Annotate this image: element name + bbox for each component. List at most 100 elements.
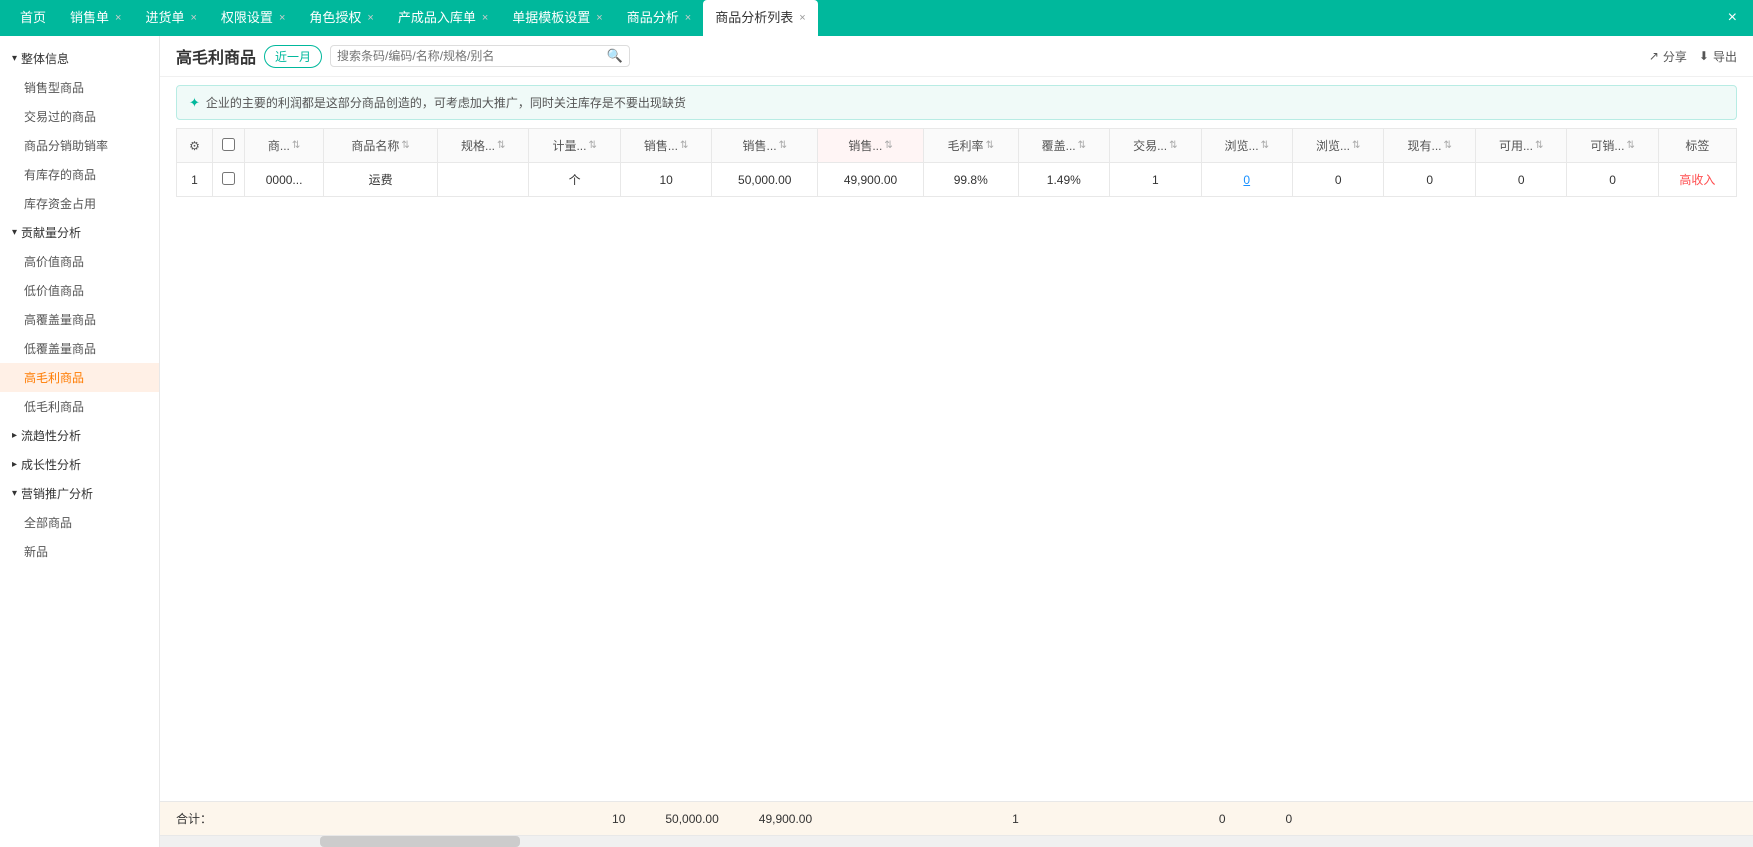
sort-icon: ⇅: [1626, 140, 1634, 151]
export-button[interactable]: ⬇ 导出: [1699, 48, 1737, 65]
row-sales-cost: 49,900.00: [818, 163, 924, 197]
col-coverage-label: 覆盖...: [1042, 137, 1076, 154]
window-close-button[interactable]: ×: [1720, 9, 1745, 27]
col-view1[interactable]: 浏览... ⇅: [1201, 129, 1292, 163]
col-coverage[interactable]: 覆盖... ⇅: [1018, 129, 1109, 163]
col-sales-qty[interactable]: 销售... ⇅: [620, 129, 711, 163]
col-checkbox[interactable]: [213, 129, 245, 163]
row-coverage: 1.49%: [1018, 163, 1109, 197]
footer-bar: 合计： 10 50,000.00 49,900.00 1 0 0: [160, 801, 1753, 835]
col-tag[interactable]: 标签: [1658, 129, 1736, 163]
header-actions: ↗ 分享 ⬇ 导出: [1649, 48, 1737, 65]
sidebar-item-low-value[interactable]: 低价值商品: [0, 276, 159, 305]
sidebar-group-contribution[interactable]: ▾ 贡献量分析: [0, 218, 159, 247]
col-settings[interactable]: ⚙: [177, 129, 213, 163]
close-icon[interactable]: ×: [685, 0, 691, 36]
nav-item-permission[interactable]: 权限设置 ×: [209, 0, 297, 36]
nav-item-purchase[interactable]: 进货单 ×: [133, 0, 208, 36]
col-gross-rate[interactable]: 毛利率 ⇅: [923, 129, 1018, 163]
arrow-down-icon: ▾: [12, 53, 17, 64]
sidebar-item-new-products[interactable]: 新品: [0, 537, 159, 566]
sidebar-item-sales-products[interactable]: 销售型商品: [0, 73, 159, 102]
sort-icon: ⇅: [401, 140, 409, 151]
sidebar-group-overall[interactable]: ▾ 整体信息: [0, 44, 159, 73]
sidebar-item-all-products[interactable]: 全部商品: [0, 508, 159, 537]
sidebar-item-stock-capital[interactable]: 库存资金占用: [0, 189, 159, 218]
col-view2[interactable]: 浏览... ⇅: [1292, 129, 1383, 163]
sidebar-item-high-margin[interactable]: 高毛利商品: [0, 363, 159, 392]
row-select-checkbox[interactable]: [222, 172, 235, 185]
row-unit: 个: [529, 163, 620, 197]
col-sales-qty-label: 销售...: [644, 137, 678, 154]
search-icon[interactable]: 🔍: [607, 48, 623, 64]
sidebar-item-distribution-rate[interactable]: 商品分销助销率: [0, 131, 159, 160]
col-sales-cost[interactable]: 销售... ⇅: [818, 129, 924, 163]
sidebar-item-high-coverage[interactable]: 高覆盖量商品: [0, 305, 159, 334]
row-view1[interactable]: 0: [1201, 163, 1292, 197]
time-filter-button[interactable]: 近一月: [264, 45, 322, 68]
col-current[interactable]: 现有... ⇅: [1384, 129, 1475, 163]
sidebar-item-low-margin[interactable]: 低毛利商品: [0, 392, 159, 421]
table-header-row: ⚙ 商... ⇅: [177, 129, 1737, 163]
footer-current: 0: [1219, 812, 1226, 826]
nav-item-product[interactable]: 产成品入库单 ×: [386, 0, 500, 36]
col-spec-label: 规格...: [461, 137, 495, 154]
sort-icon: ⇅: [1169, 140, 1177, 151]
row-sellable: 0: [1567, 163, 1658, 197]
sort-icon: ⇅: [1078, 140, 1086, 151]
close-icon[interactable]: ×: [596, 0, 602, 36]
search-input[interactable]: [337, 49, 603, 63]
horizontal-scrollbar[interactable]: [160, 835, 1753, 847]
sidebar-group-growth[interactable]: ▸ 成长性分析: [0, 450, 159, 479]
sort-icon: ⇅: [1261, 140, 1269, 151]
scrollbar-thumb[interactable]: [320, 836, 520, 847]
arrow-right-icon: ▸: [12, 459, 17, 470]
col-view2-label: 浏览...: [1316, 137, 1350, 154]
col-sales-amount[interactable]: 销售... ⇅: [712, 129, 818, 163]
sort-icon: ⇅: [1535, 140, 1543, 151]
nav-item-analysis-list[interactable]: 商品分析列表 ×: [703, 0, 817, 36]
sort-icon: ⇅: [588, 140, 596, 151]
arrow-right-icon: ▸: [12, 430, 17, 441]
nav-item-analysis[interactable]: 商品分析 ×: [615, 0, 703, 36]
close-icon[interactable]: ×: [279, 0, 285, 36]
sidebar-item-high-value[interactable]: 高价值商品: [0, 247, 159, 276]
nav-item-home[interactable]: 首页: [8, 0, 58, 36]
close-icon[interactable]: ×: [190, 0, 196, 36]
nav-item-template[interactable]: 单据模板设置 ×: [500, 0, 614, 36]
table-row: 1 0000... 运费 个 10 50,000.00 49,900.00 99…: [177, 163, 1737, 197]
col-spec[interactable]: 规格... ⇅: [437, 129, 528, 163]
col-transaction[interactable]: 交易... ⇅: [1110, 129, 1201, 163]
col-unit[interactable]: 计量... ⇅: [529, 129, 620, 163]
sidebar-item-traded-products[interactable]: 交易过的商品: [0, 102, 159, 131]
col-tag-label: 标签: [1685, 137, 1709, 154]
footer-label: 合计：: [176, 810, 212, 827]
col-name[interactable]: 商品名称 ⇅: [324, 129, 438, 163]
row-checkbox[interactable]: [213, 163, 245, 197]
nav-item-sales[interactable]: 销售单 ×: [58, 0, 133, 36]
page-title: 高毛利商品: [176, 44, 256, 68]
settings-icon: ⚙: [189, 139, 200, 153]
sidebar-item-in-stock[interactable]: 有库存的商品: [0, 160, 159, 189]
row-view2: 0: [1292, 163, 1383, 197]
close-icon[interactable]: ×: [799, 0, 805, 36]
close-icon[interactable]: ×: [367, 0, 373, 36]
share-button[interactable]: ↗ 分享: [1649, 48, 1687, 65]
row-tag: 高收入: [1658, 163, 1736, 197]
table-wrapper: ⚙ 商... ⇅: [160, 128, 1753, 801]
sidebar-group-marketing[interactable]: ▾ 营销推广分析: [0, 479, 159, 508]
col-sellable[interactable]: 可销... ⇅: [1567, 129, 1658, 163]
select-all-checkbox[interactable]: [222, 138, 235, 151]
col-code[interactable]: 商... ⇅: [245, 129, 324, 163]
col-current-label: 现有...: [1407, 137, 1441, 154]
sidebar-item-low-coverage[interactable]: 低覆盖量商品: [0, 334, 159, 363]
sidebar-group-trend[interactable]: ▸ 流趋性分析: [0, 421, 159, 450]
content-area: 高毛利商品 近一月 🔍 ↗ 分享 ⬇ 导出: [160, 36, 1753, 847]
nav-item-role[interactable]: 角色授权 ×: [297, 0, 385, 36]
close-icon[interactable]: ×: [115, 0, 121, 36]
close-icon[interactable]: ×: [482, 0, 488, 36]
data-table: ⚙ 商... ⇅: [176, 128, 1737, 197]
col-sales-cost-label: 销售...: [848, 137, 882, 154]
footer-available: 0: [1286, 812, 1293, 826]
col-available[interactable]: 可用... ⇅: [1475, 129, 1566, 163]
